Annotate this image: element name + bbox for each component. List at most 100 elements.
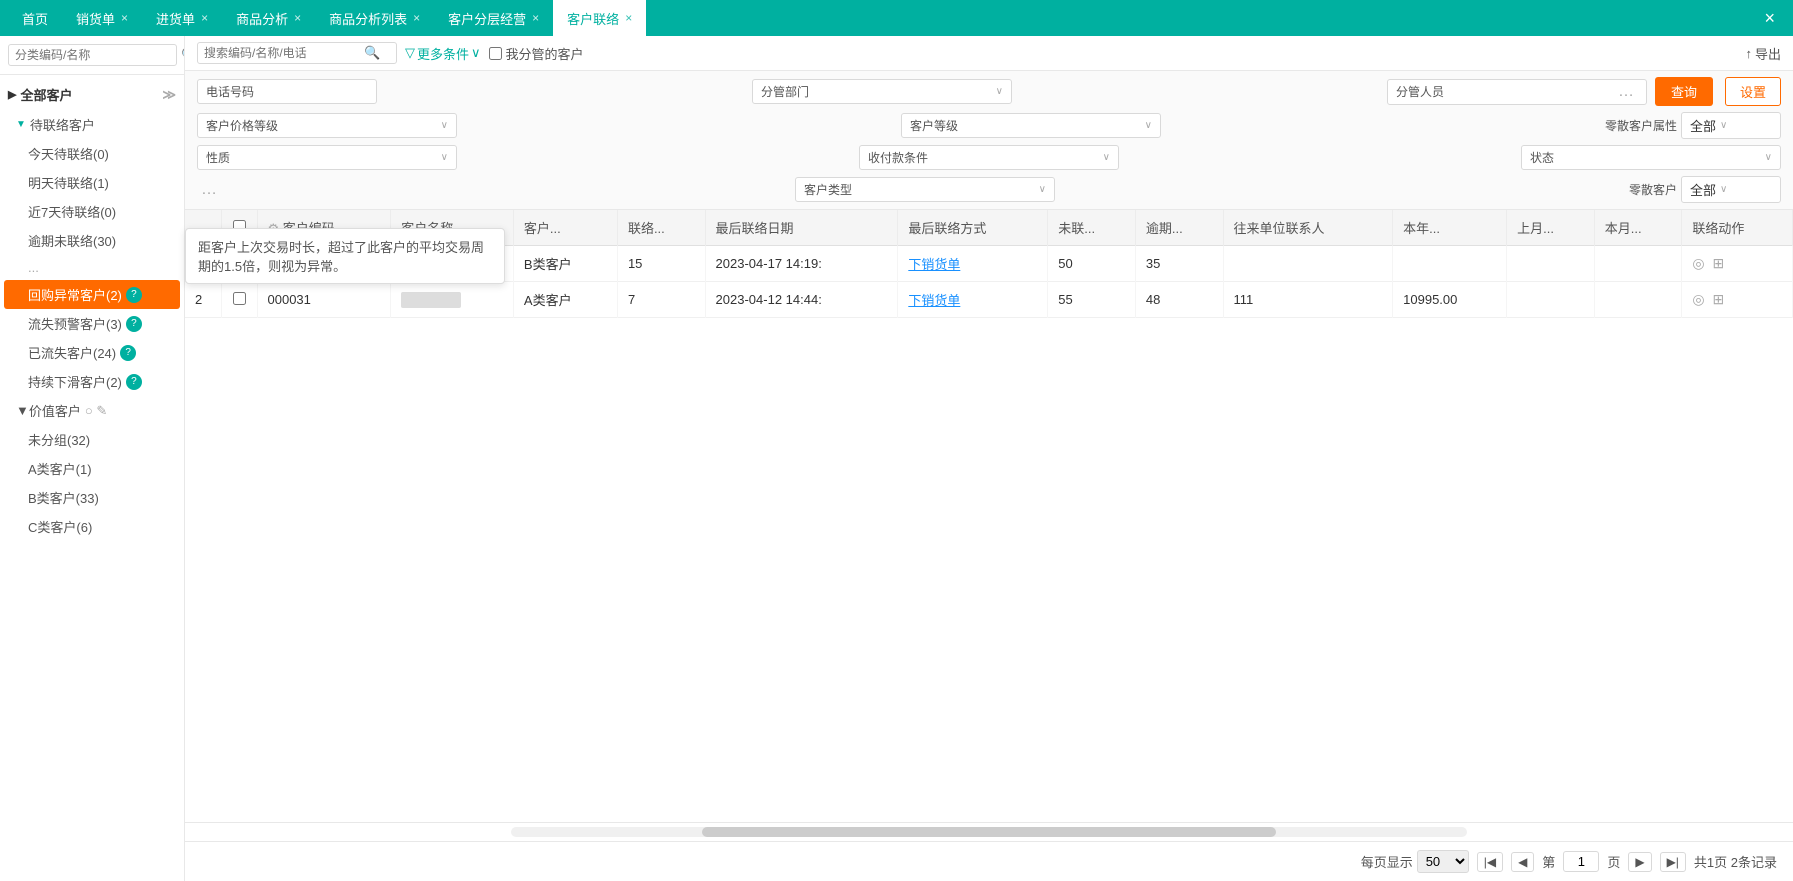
page-next-button[interactable]: ▶ xyxy=(1628,852,1651,872)
my-customer-checkbox[interactable] xyxy=(489,47,502,60)
sidebar-item-lost-warning[interactable]: 流失预警客户(3) ? xyxy=(0,309,184,338)
sidebar-item-already-lost[interactable]: 已流失客户(24) ? xyxy=(0,338,184,367)
row-last-date: 2023-04-12 14:44: xyxy=(705,282,898,318)
sidebar-item-repeat-buy[interactable]: 回购异常客户(2) ? xyxy=(4,280,180,309)
row-class: B类客户 xyxy=(513,246,617,282)
status-filter[interactable]: 状态 ∨ xyxy=(1521,145,1781,170)
page-first-button[interactable]: |◀ xyxy=(1477,852,1503,872)
declining-badge: ? xyxy=(126,374,142,390)
dept-caret-icon: ∨ xyxy=(996,86,1003,97)
sidebar-item-declining[interactable]: 持续下滑客户(2) ? xyxy=(0,367,184,396)
row-last-month xyxy=(1507,282,1595,318)
manager-dots-icon[interactable]: … xyxy=(1614,83,1638,101)
value-customer-group[interactable]: ▼ 价值客户 ○ ✎ xyxy=(0,396,184,425)
row-contact-person xyxy=(1223,246,1393,282)
row4-dots[interactable]: … xyxy=(197,181,221,199)
horizontal-scrollbar[interactable] xyxy=(511,827,1466,837)
sidebar-item-tomorrow[interactable]: 明天待联络(1) xyxy=(0,168,184,197)
close-customer-contact-icon[interactable]: × xyxy=(625,11,632,25)
nav-purchase-order[interactable]: 进货单 × xyxy=(142,0,222,36)
more-conditions-button[interactable]: ▽ 更多条件 ∨ xyxy=(405,44,481,63)
customer-level-caret-icon: ∨ xyxy=(1145,120,1152,131)
already-lost-badge: ? xyxy=(120,345,136,361)
row-last-date: 2023-04-17 14:19: xyxy=(705,246,898,282)
page-size-select: 每页显示 20 50 100 200 xyxy=(1361,850,1469,873)
sidebar-item-more[interactable]: ... xyxy=(0,255,184,280)
payment-filter[interactable]: 收付款条件 ∨ xyxy=(859,145,1119,170)
close-product-analysis-list-icon[interactable]: × xyxy=(413,11,420,25)
nav-product-analysis-list[interactable]: 商品分析列表 × xyxy=(315,0,434,36)
row-contact-person: 111 xyxy=(1223,282,1393,318)
filter-bar: 🔍 ▽ 更多条件 ∨ 我分管的客户 ↑ 导出 xyxy=(185,36,1793,71)
gender-filter[interactable]: 性质 ∨ xyxy=(197,145,457,170)
sidebar-item-7days[interactable]: 近7天待联络(0) xyxy=(0,197,184,226)
set-button[interactable]: 设置 xyxy=(1725,77,1781,106)
close-sales-order-icon[interactable]: × xyxy=(121,11,128,25)
page-prev-button[interactable]: ◀ xyxy=(1511,852,1534,872)
nav-sales-order[interactable]: 销货单 × xyxy=(62,0,142,36)
sidebar-item-ungrouped[interactable]: 未分组(32) xyxy=(0,425,184,454)
repeat-buy-badge: ? xyxy=(126,287,142,303)
export-button[interactable]: ↑ 导出 xyxy=(1745,44,1781,63)
sidebar-body: ▶ 全部客户 ≫ ▼ 待联络客户 今天待联络(0) 明天待联络(1) 近7天待联… xyxy=(0,75,184,881)
last-method-link[interactable]: 下销货单 xyxy=(908,257,960,272)
nav-customer-contact[interactable]: 客户联络 × xyxy=(553,0,646,36)
row-class: A类客户 xyxy=(513,282,617,318)
action-contact-icon[interactable]: ◎ xyxy=(1692,291,1704,308)
advanced-filter: 电话号码 分管部门 ∨ 分管人员 … 查询 设置 客户价格等级 xyxy=(185,71,1793,210)
filter-search-input[interactable] xyxy=(204,46,364,60)
nav-home[interactable]: 首页 xyxy=(8,0,62,36)
nav-product-analysis[interactable]: 商品分析 × xyxy=(222,0,315,36)
action-more-icon[interactable]: ⊞ xyxy=(1713,291,1725,308)
sidebar-item-c-class[interactable]: C类客户(6) xyxy=(0,512,184,541)
action-more-icon[interactable]: ⊞ xyxy=(1713,255,1725,272)
customer-level-filter[interactable]: 客户等级 ∨ xyxy=(901,113,1161,138)
close-purchase-order-icon[interactable]: × xyxy=(201,11,208,25)
retail-attr-select[interactable]: 全部 ∨ xyxy=(1681,112,1781,139)
row-code: 000031 xyxy=(257,282,391,318)
sidebar-item-overdue[interactable]: 逾期未联络(30) xyxy=(0,226,184,255)
nav-customer-tier[interactable]: 客户分层经营 × xyxy=(434,0,553,36)
sidebar-item-b-class[interactable]: B类客户(33) xyxy=(0,483,184,512)
price-level-filter[interactable]: 客户价格等级 ∨ xyxy=(197,113,457,138)
value-customer-edit-icons: ○ ✎ xyxy=(85,403,107,419)
close-all-tabs-button[interactable]: × xyxy=(1754,8,1785,29)
phone-filter[interactable]: 电话号码 xyxy=(197,79,377,104)
lost-warning-badge: ? xyxy=(126,316,142,332)
sidebar-item-today[interactable]: 今天待联络(0) xyxy=(0,139,184,168)
query-button[interactable]: 查询 xyxy=(1655,77,1713,106)
row-this-month xyxy=(1594,282,1682,318)
page-number-input[interactable] xyxy=(1563,851,1599,872)
retail-customer-select[interactable]: 全部 ∨ xyxy=(1681,176,1781,203)
tooltip-box: 距客户上次交易时长，超过了此客户的平均交易周期的1.5倍，则视为异常。 xyxy=(185,228,505,284)
customer-type-caret-icon: ∨ xyxy=(1039,184,1046,195)
last-method-link[interactable]: 下销货单 xyxy=(908,293,960,308)
manager-filter[interactable]: 分管人员 … xyxy=(1387,79,1647,105)
adv-filter-row-1: 电话号码 分管部门 ∨ 分管人员 … 查询 设置 xyxy=(197,77,1781,106)
col-header-overdue: 逾期... xyxy=(1135,210,1223,246)
pagination-bar: 每页显示 20 50 100 200 |◀ ◀ 第 页 ▶ ▶| 共1页 2条记… xyxy=(185,841,1793,881)
per-page-select[interactable]: 20 50 100 200 xyxy=(1417,850,1469,873)
row-last-method: 下销货单 xyxy=(898,282,1048,318)
payment-caret-icon: ∨ xyxy=(1103,152,1110,163)
filter-search-wrap: 🔍 xyxy=(197,42,397,64)
customer-type-filter[interactable]: 客户类型 ∨ xyxy=(795,177,1055,202)
sidebar-expand-icon[interactable]: ≫ xyxy=(162,87,176,103)
row-contact-count: 15 xyxy=(617,246,705,282)
triangle-icon: ▼ xyxy=(16,119,26,130)
close-product-analysis-icon[interactable]: × xyxy=(294,11,301,25)
scrollbar-thumb[interactable] xyxy=(702,827,1275,837)
action-contact-icon[interactable]: ◎ xyxy=(1692,255,1704,272)
sidebar-search-input[interactable] xyxy=(8,44,177,66)
close-customer-tier-icon[interactable]: × xyxy=(532,11,539,25)
row-name xyxy=(391,282,514,318)
dept-filter[interactable]: 分管部门 ∨ xyxy=(752,79,1012,104)
all-customers-section[interactable]: ▶ 全部客户 ≫ xyxy=(0,79,184,110)
row-checkbox[interactable] xyxy=(233,292,246,305)
filter-search-icon[interactable]: 🔍 xyxy=(364,45,380,61)
sidebar-item-a-class[interactable]: A类客户(1) xyxy=(0,454,184,483)
adv-filter-row-4: … 客户类型 ∨ 零散客户 全部 ∨ xyxy=(197,176,1781,203)
col-header-contact-person: 往来单位联系人 xyxy=(1223,210,1393,246)
page-last-button[interactable]: ▶| xyxy=(1660,852,1686,872)
pending-contact-group[interactable]: ▼ 待联络客户 xyxy=(0,110,184,139)
